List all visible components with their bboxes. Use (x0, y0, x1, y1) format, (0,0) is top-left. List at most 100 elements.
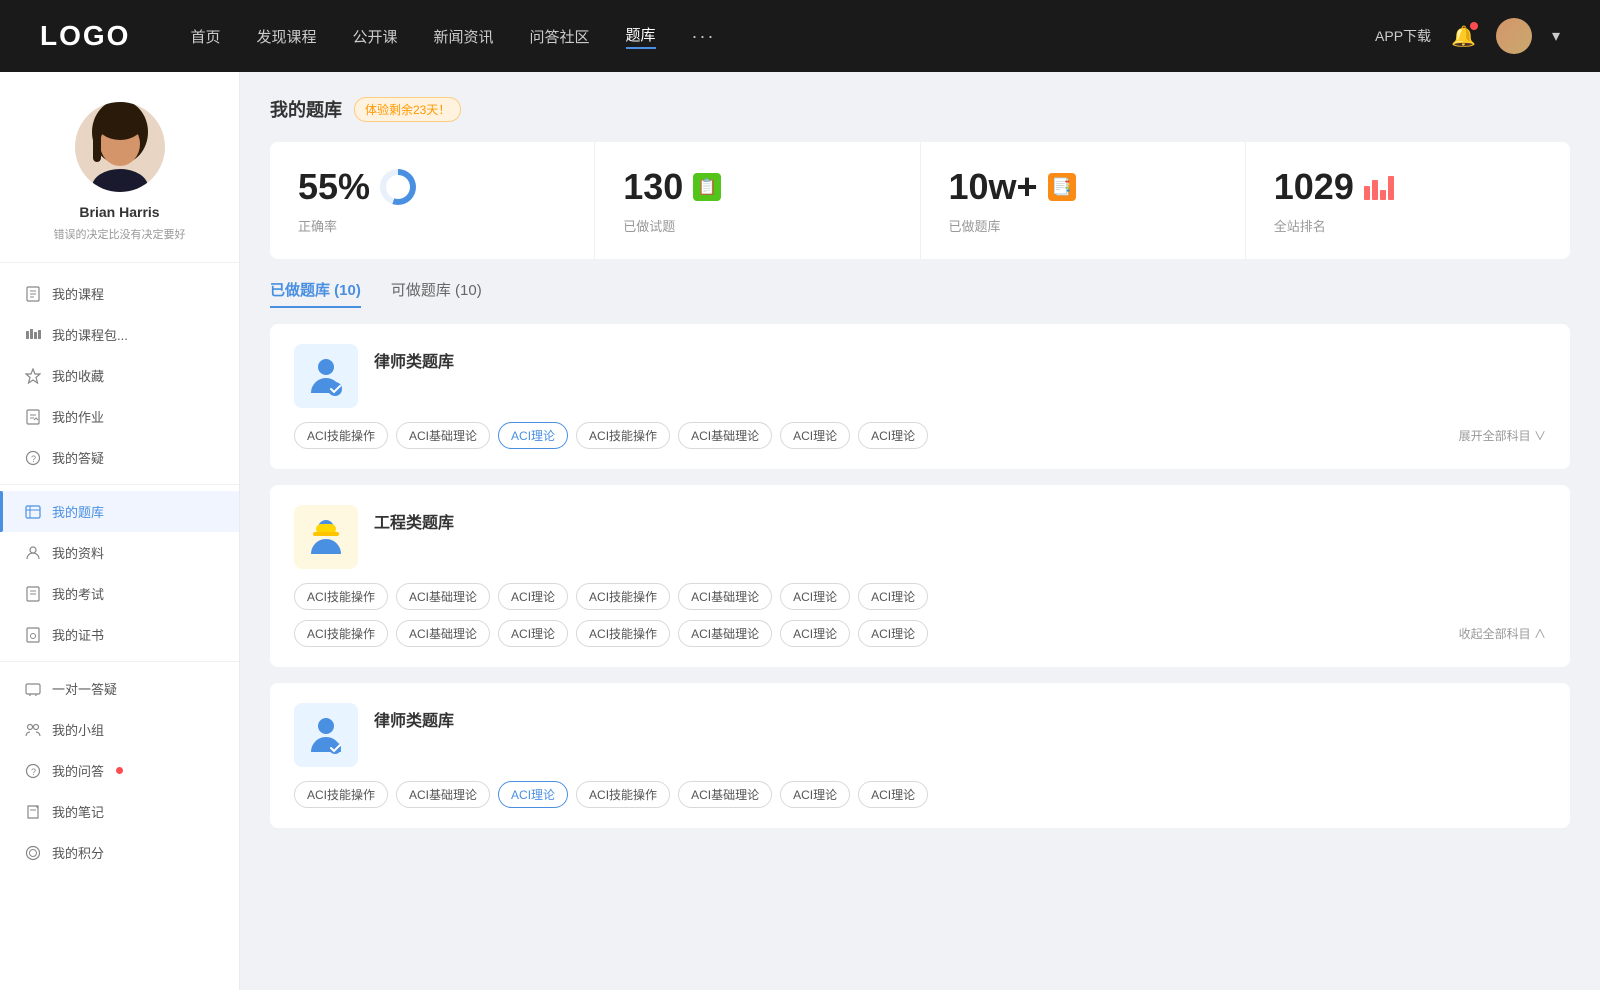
tag-1-1[interactable]: ACI技能操作 (294, 422, 388, 449)
tag-1-3[interactable]: ACI理论 (498, 422, 568, 449)
stat-label-rank: 全站排名 (1274, 216, 1542, 235)
qbank-card-1: 律师类题库 ACI技能操作 ACI基础理论 ACI理论 ACI技能操作 ACI基… (270, 324, 1570, 469)
sidebar-item-points[interactable]: 我的积分 (0, 832, 239, 873)
tag-2-9[interactable]: ACI基础理论 (396, 620, 490, 647)
tag-2-6[interactable]: ACI理论 (780, 583, 850, 610)
tag-2-1[interactable]: ACI技能操作 (294, 583, 388, 610)
sidebar-label-favorites: 我的收藏 (52, 366, 104, 385)
tag-2-5[interactable]: ACI基础理论 (678, 583, 772, 610)
tag-2-11[interactable]: ACI技能操作 (576, 620, 670, 647)
expand-link-1[interactable]: 展开全部科目 ∨ (1459, 425, 1546, 443)
tag-2-2[interactable]: ACI基础理论 (396, 583, 490, 610)
nav-item-opencourse[interactable]: 公开课 (352, 26, 397, 47)
notes-icon (24, 803, 42, 821)
avatar-dropdown-icon[interactable]: ▾ (1552, 26, 1560, 46)
nav-more[interactable]: ··· (692, 26, 716, 47)
pie-chart-icon (380, 169, 416, 205)
sidebar-item-courses[interactable]: 我的课程 (0, 273, 239, 314)
collapse-link-2[interactable]: 收起全部科目 ∧ (1459, 623, 1546, 641)
profile-area: Brian Harris 错误的决定比没有决定要好 (0, 102, 239, 263)
stat-label-accuracy: 正确率 (298, 216, 566, 235)
main-content: 我的题库 体验剩余23天！ 55% 正确率 130 📋 已做试题 (240, 72, 1600, 990)
sidebar-menu: 我的课程 我的课程包... 我的收藏 我的作业 (0, 263, 239, 883)
sidebar-item-group[interactable]: 我的小组 (0, 709, 239, 750)
tag-2-8[interactable]: ACI技能操作 (294, 620, 388, 647)
tag-3-3[interactable]: ACI理论 (498, 781, 568, 808)
sidebar-item-homework[interactable]: 我的作业 (0, 396, 239, 437)
tag-2-4[interactable]: ACI技能操作 (576, 583, 670, 610)
nav-item-home[interactable]: 首页 (190, 26, 220, 47)
navbar-right: APP下载 🔔 ▾ (1375, 18, 1560, 54)
sidebar-item-notes[interactable]: 我的笔记 (0, 791, 239, 832)
sidebar-item-qbank[interactable]: 我的题库 (0, 491, 239, 532)
stat-value-accuracy: 55% (298, 166, 370, 208)
sidebar-label-qa: 我的答疑 (52, 448, 104, 467)
sidebar-label-myqa: 我的问答 (52, 761, 104, 780)
bar-chart-icon (1364, 174, 1394, 200)
profile-avatar (75, 102, 165, 192)
note-icon: 📋 (693, 173, 721, 201)
tag-1-2[interactable]: ACI基础理论 (396, 422, 490, 449)
profile-icon (24, 544, 42, 562)
nav-item-news[interactable]: 新闻资讯 (434, 26, 494, 47)
profile-motto: 错误的决定比没有决定要好 (54, 226, 186, 242)
tag-2-12[interactable]: ACI基础理论 (678, 620, 772, 647)
sidebar-label-cert: 我的证书 (52, 625, 104, 644)
stats-row: 55% 正确率 130 📋 已做试题 10w+ 📑 已做题库 (270, 142, 1570, 259)
stat-value-qbanks: 10w+ (949, 166, 1038, 208)
tag-3-1[interactable]: ACI技能操作 (294, 781, 388, 808)
tag-1-4[interactable]: ACI技能操作 (576, 422, 670, 449)
stat-qbanks: 10w+ 📑 已做题库 (921, 142, 1246, 259)
tag-2-3[interactable]: ACI理论 (498, 583, 568, 610)
coursepack-icon (24, 326, 42, 344)
sidebar-label-coursepack: 我的课程包... (52, 325, 128, 344)
nav-item-discover[interactable]: 发现课程 (256, 26, 316, 47)
stat-label-questions: 已做试题 (623, 216, 891, 235)
tag-3-2[interactable]: ACI基础理论 (396, 781, 490, 808)
sidebar-label-courses: 我的课程 (52, 284, 104, 303)
tag-1-7[interactable]: ACI理论 (858, 422, 928, 449)
points-icon (24, 844, 42, 862)
notification-bell[interactable]: 🔔 (1451, 24, 1476, 49)
sidebar-label-group: 我的小组 (52, 720, 104, 739)
sidebar-item-myqa[interactable]: ? 我的问答 (0, 750, 239, 791)
sidebar-item-tutor[interactable]: 一对一答疑 (0, 668, 239, 709)
qbank-title-3: 律师类题库 (374, 703, 1546, 731)
stat-value-questions: 130 (623, 166, 683, 208)
tag-1-6[interactable]: ACI理论 (780, 422, 850, 449)
sidebar-item-coursepack[interactable]: 我的课程包... (0, 314, 239, 355)
navbar: LOGO 首页 发现课程 公开课 新闻资讯 问答社区 题库 ··· APP下载 … (0, 0, 1600, 72)
exam-icon (24, 585, 42, 603)
app-download-button[interactable]: APP下载 (1375, 26, 1431, 46)
tag-2-7[interactable]: ACI理论 (858, 583, 928, 610)
tag-3-6[interactable]: ACI理论 (780, 781, 850, 808)
svg-text:?: ? (31, 454, 36, 464)
notification-dot (1470, 22, 1478, 30)
tag-3-4[interactable]: ACI技能操作 (576, 781, 670, 808)
sidebar-item-exam[interactable]: 我的考试 (0, 573, 239, 614)
sidebar-item-favorites[interactable]: 我的收藏 (0, 355, 239, 396)
nav-menu: 首页 发现课程 公开课 新闻资讯 问答社区 题库 ··· (190, 24, 1375, 49)
sidebar-label-homework: 我的作业 (52, 407, 104, 426)
sidebar-label-points: 我的积分 (52, 843, 104, 862)
sidebar-item-qa[interactable]: ? 我的答疑 (0, 437, 239, 478)
tag-2-14[interactable]: ACI理论 (858, 620, 928, 647)
tab-available[interactable]: 可做题库 (10) (391, 279, 482, 308)
tag-3-7[interactable]: ACI理论 (858, 781, 928, 808)
nav-item-qa[interactable]: 问答社区 (530, 26, 590, 47)
profile-name: Brian Harris (79, 204, 159, 220)
sidebar: Brian Harris 错误的决定比没有决定要好 我的课程 我的课程包... (0, 72, 240, 990)
tag-2-13[interactable]: ACI理论 (780, 620, 850, 647)
myqa-unread-dot (116, 767, 123, 774)
avatar[interactable] (1496, 18, 1532, 54)
courses-icon (24, 285, 42, 303)
qbank-card-2: 工程类题库 ACI技能操作 ACI基础理论 ACI理论 ACI技能操作 ACI基… (270, 485, 1570, 667)
sidebar-item-cert[interactable]: 我的证书 (0, 614, 239, 655)
nav-item-qbank[interactable]: 题库 (626, 24, 656, 49)
tag-3-5[interactable]: ACI基础理论 (678, 781, 772, 808)
tag-2-10[interactable]: ACI理论 (498, 620, 568, 647)
sidebar-label-notes: 我的笔记 (52, 802, 104, 821)
sidebar-item-profile[interactable]: 我的资料 (0, 532, 239, 573)
tab-done[interactable]: 已做题库 (10) (270, 279, 361, 308)
tag-1-5[interactable]: ACI基础理论 (678, 422, 772, 449)
